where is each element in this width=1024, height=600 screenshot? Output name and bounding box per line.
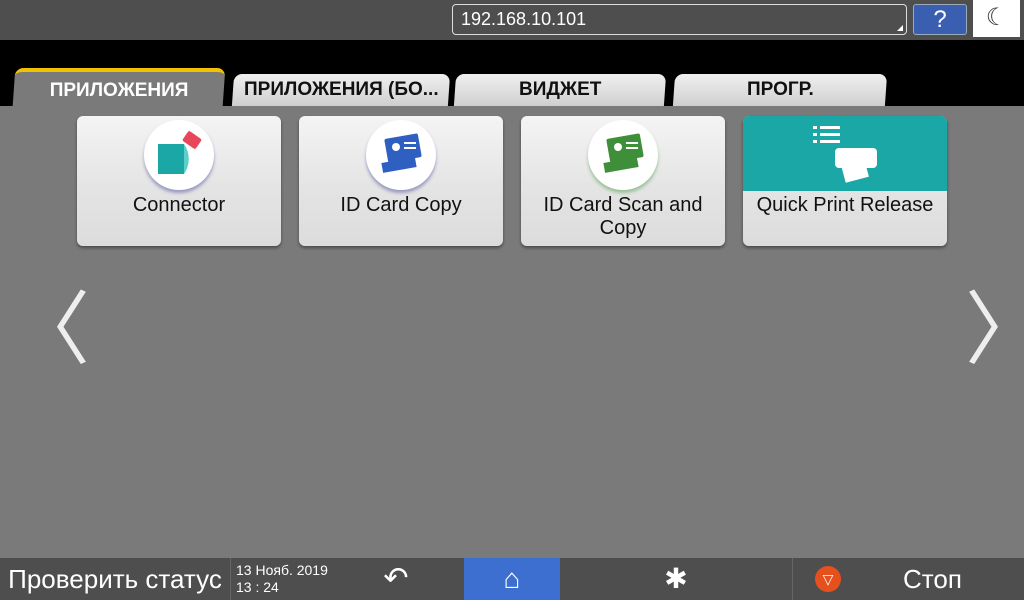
app-id-card-scan-copy[interactable]: ID Card Scan and Copy: [521, 116, 725, 246]
tab-applications-more[interactable]: ПРИЛОЖЕНИЯ (БО...: [231, 74, 451, 106]
energy-saver-button[interactable]: ☾: [973, 0, 1020, 37]
tab-applications[interactable]: ПРИЛОЖЕНИЯ: [12, 68, 226, 106]
home-button[interactable]: ⌂: [464, 558, 560, 600]
app-label: ID Card Copy: [340, 194, 462, 216]
back-button[interactable]: ↶: [330, 558, 462, 600]
address-field[interactable]: 192.168.10.101: [452, 4, 907, 35]
check-status-button[interactable]: Проверить статус: [0, 558, 230, 600]
app-label: Connector: [132, 194, 226, 216]
stop-icon: ▽: [815, 566, 841, 592]
prev-page-button[interactable]: 〈: [10, 290, 90, 370]
back-arrow-icon: ↶: [383, 562, 409, 595]
chevron-right-icon: 〉: [965, 285, 1024, 374]
tab-label: ПРИЛОЖЕНИЯ (БО...: [243, 79, 439, 100]
app-connector[interactable]: Connector: [77, 116, 281, 246]
home-icon: ⌂: [503, 563, 521, 594]
app-quick-print-release[interactable]: Quick Print Release: [743, 116, 947, 246]
stop-label: Стоп: [903, 564, 962, 594]
top-bar: 192.168.10.101 ? ☾: [0, 0, 1024, 40]
date-time: 13 Нояб. 2019 13 : 24: [230, 558, 330, 600]
bottom-bar: Проверить статус 13 Нояб. 2019 13 : 24 ↶ …: [0, 558, 1024, 600]
next-page-button[interactable]: 〉: [965, 290, 1024, 370]
settings-button[interactable]: ✱: [560, 558, 792, 600]
help-button[interactable]: ?: [913, 4, 967, 35]
id-card-scan-icon: [588, 120, 658, 190]
gear-icon: ✱: [664, 563, 688, 594]
tab-label: ПРОГР.: [746, 79, 814, 100]
connector-icon: [144, 120, 214, 190]
resize-corner-icon: [897, 25, 903, 31]
time: 13 : 24: [236, 579, 279, 595]
moon-icon: ☾: [985, 4, 1008, 31]
printer-icon: [813, 126, 877, 183]
tab-widget[interactable]: ВИДЖЕТ: [453, 74, 667, 106]
tab-programs[interactable]: ПРОГР.: [672, 74, 888, 106]
chevron-left-icon: 〈: [10, 285, 90, 374]
app-label: ID Card Scan and Copy: [543, 194, 703, 239]
tab-label: ВИДЖЕТ: [518, 79, 602, 100]
date: 13 Нояб. 2019: [236, 562, 328, 578]
app-label: Quick Print Release: [756, 194, 934, 216]
address-text: 192.168.10.101: [461, 9, 587, 29]
app-id-card-copy[interactable]: ID Card Copy: [299, 116, 503, 246]
id-card-icon: [366, 120, 436, 190]
tab-label: ПРИЛОЖЕНИЯ: [49, 80, 189, 101]
stop-button[interactable]: ▽ Стоп: [792, 558, 1024, 600]
